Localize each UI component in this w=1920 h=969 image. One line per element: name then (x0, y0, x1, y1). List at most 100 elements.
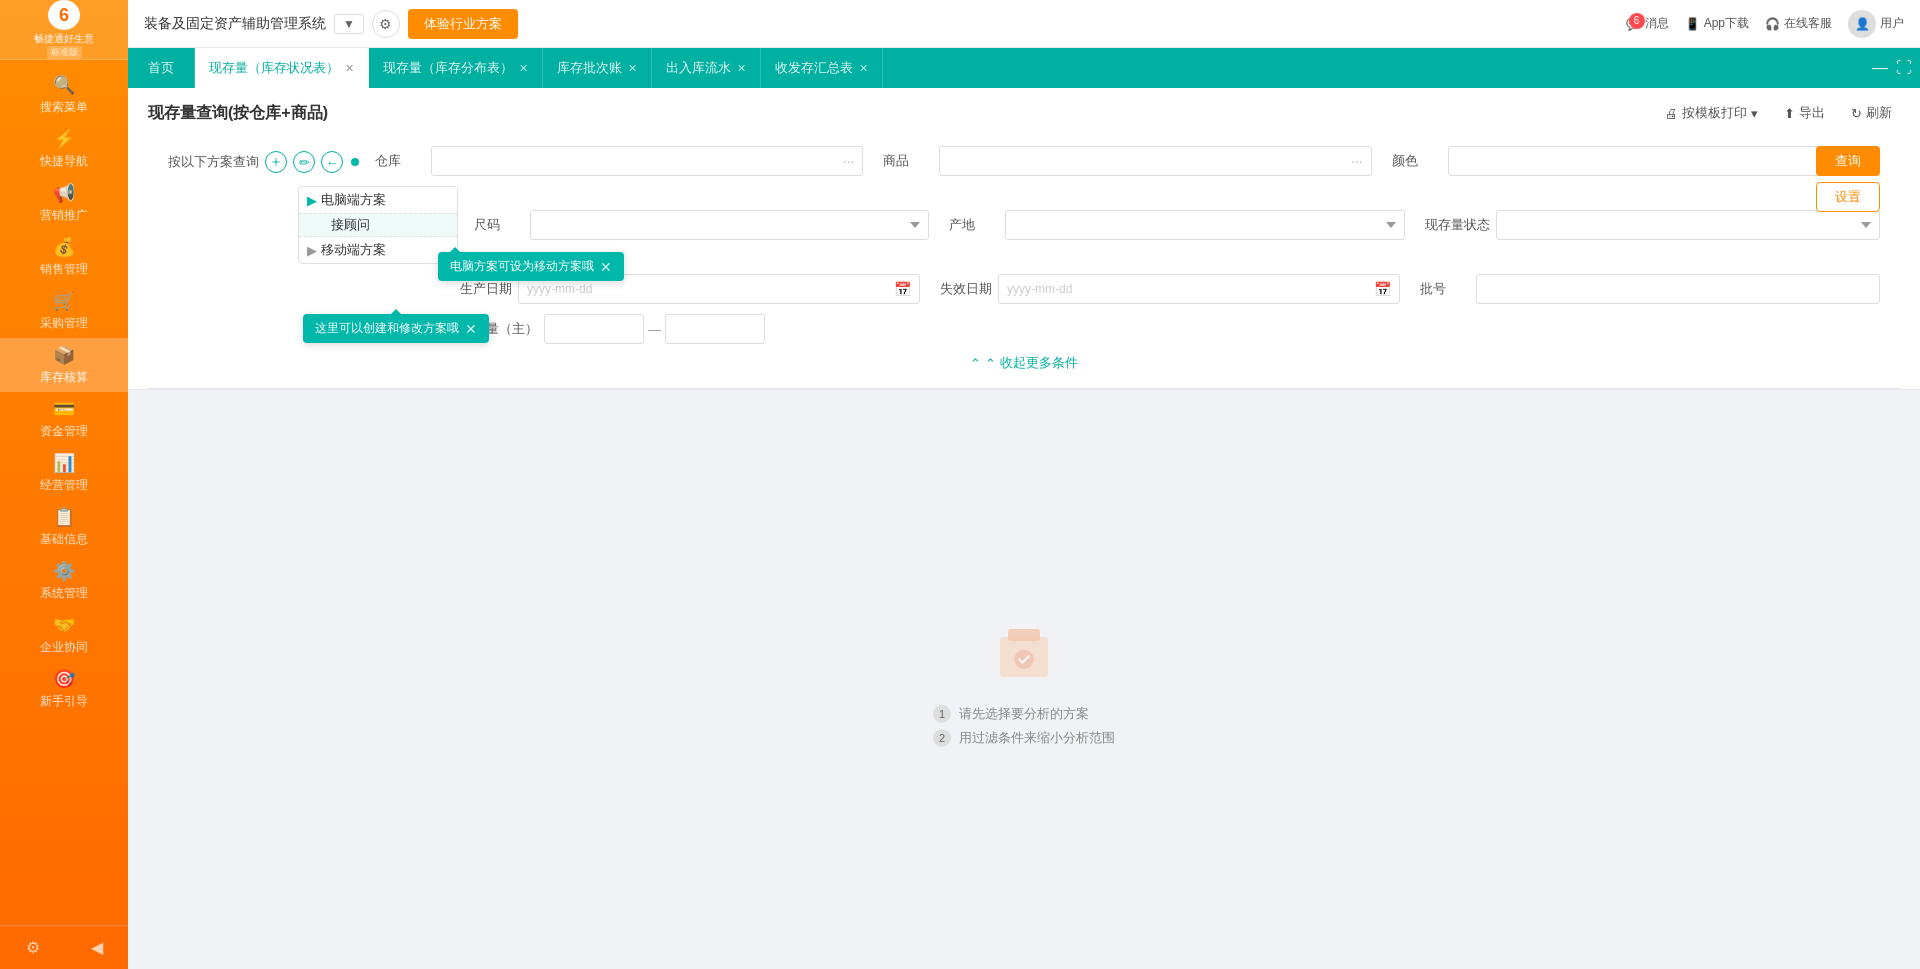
empty-state-icon (984, 613, 1064, 693)
stock-status-select[interactable] (1496, 210, 1880, 240)
sidebar-item-basic[interactable]: 📋 基础信息 (0, 500, 128, 554)
origin-select[interactable] (1005, 210, 1404, 240)
sidebar-item-operation[interactable]: 📊 经营管理 (0, 446, 128, 500)
page-title-row: 现存量查询(按仓库+商品) 🖨 按模板打印 ▾ ⬆ 导出 ↻ 刷新 (148, 100, 1900, 134)
tab-close-icon[interactable]: ✕ (628, 63, 637, 74)
sidebar-item-inventory[interactable]: 📦 库存核算 (0, 338, 128, 392)
batch-input[interactable] (1476, 274, 1880, 304)
tab-recv-send[interactable]: 收发存汇总表 ✕ (761, 48, 883, 88)
origin-label: 产地 (949, 216, 999, 234)
tab-home-label: 首页 (148, 59, 174, 77)
template-print-btn[interactable]: 🖨 按模板打印 ▾ (1657, 100, 1766, 126)
tab-expand-icon[interactable]: ⛶ (1896, 59, 1912, 77)
scheme-indicator (351, 158, 359, 166)
tab-inventory-status[interactable]: 现存量（库存状况表） ✕ (195, 48, 369, 88)
header-right: 💬 6 消息 📱 App下载 🎧 在线客服 👤 用户 (1626, 10, 1904, 38)
phone-icon: 📱 (1685, 17, 1700, 31)
filter-field-stock-qty: 现存量（主） — (460, 314, 765, 344)
tab-close-icon[interactable]: ✕ (859, 63, 868, 74)
message-badge: 6 (1629, 13, 1645, 29)
sidebar-item-sales[interactable]: 💰 销售管理 (0, 230, 128, 284)
sidebar-item-label: 新手引导 (40, 693, 88, 710)
export-btn[interactable]: ⬆ 导出 (1776, 100, 1833, 126)
expire-date-placeholder: yyyy-mm-dd (1007, 282, 1072, 296)
tab-minus-icon[interactable]: — (1872, 59, 1888, 77)
chevron-down-icon: ▾ (1751, 106, 1758, 121)
scheme-node-pc[interactable]: ▶ 电脑端方案 (299, 187, 457, 213)
logo-tag: 标准版 (47, 46, 82, 59)
settings-bottom-icon[interactable]: ⚙ (26, 938, 40, 957)
filter-field-origin: 产地 (949, 186, 1404, 264)
inventory-icon: 📦 (53, 344, 75, 366)
tab-label: 收发存汇总表 (775, 59, 853, 77)
sidebar-item-quick[interactable]: ⚡ 快捷导航 (0, 122, 128, 176)
step-num-2: 2 (933, 729, 951, 747)
svg-rect-1 (1008, 629, 1040, 641)
tooltip2-text: 这里可以创建和修改方案哦 (315, 320, 459, 337)
tab-label: 出入库流水 (666, 59, 731, 77)
tab-close-icon[interactable]: ✕ (519, 63, 528, 74)
add-scheme-btn[interactable]: ＋ (265, 151, 287, 173)
tab-inout-flow[interactable]: 出入库流水 ✕ (652, 48, 761, 88)
empty-steps: 1 请先选择要分析的方案 2 用过滤条件来缩小分析范围 (933, 705, 1115, 747)
ellipsis-icon: ··· (1351, 153, 1363, 169)
scheme-pc-label: 电脑端方案 (321, 191, 386, 209)
tab-batch-account[interactable]: 库存批次账 ✕ (543, 48, 652, 88)
query-btn[interactable]: 查询 (1816, 146, 1880, 176)
expand-icon: ▶ (307, 243, 317, 258)
tooltip-scheme-mobile: 电脑方案可设为移动方案哦 ✕ (438, 252, 624, 281)
system-dropdown-btn[interactable]: ▼ (334, 14, 364, 34)
collapse-sidebar-btn[interactable]: ◀ (91, 938, 103, 957)
settings-btn[interactable]: 设置 (1816, 182, 1880, 212)
sidebar-item-label: 销售管理 (40, 261, 88, 278)
logo-icon: 6 (48, 0, 80, 30)
tab-close-icon[interactable]: ✕ (345, 63, 354, 74)
tooltip-scheme-create: 这里可以创建和修改方案哦 ✕ (303, 314, 489, 343)
size-select[interactable] (530, 210, 929, 240)
tab-inventory-dist[interactable]: 现存量（库存分布表） ✕ (369, 48, 543, 88)
page-header: 现存量查询(按仓库+商品) 🖨 按模板打印 ▾ ⬆ 导出 ↻ 刷新 (128, 88, 1920, 390)
refresh-btn[interactable]: ↻ 刷新 (1843, 100, 1900, 126)
online-service-btn[interactable]: 🎧 在线客服 (1765, 15, 1832, 32)
edit-scheme-btn[interactable]: ✏ (293, 151, 315, 173)
page-actions: 🖨 按模板打印 ▾ ⬆ 导出 ↻ 刷新 (1657, 100, 1900, 126)
size-label: 尺码 (474, 216, 524, 234)
stock-qty-max[interactable] (665, 314, 765, 344)
system-icon: ⚙️ (53, 560, 75, 582)
filter-scheme-label: 按以下方案查询 (168, 153, 259, 171)
calendar-icon: 📅 (894, 281, 911, 297)
sidebar-item-finance[interactable]: 💳 资金管理 (0, 392, 128, 446)
empty-state: 1 请先选择要分析的方案 2 用过滤条件来缩小分析范围 (128, 390, 1920, 969)
content-area: 现存量查询(按仓库+商品) 🖨 按模板打印 ▾ ⬆ 导出 ↻ 刷新 (128, 88, 1920, 969)
user-btn[interactable]: 👤 用户 (1848, 10, 1904, 38)
sidebar-item-search[interactable]: 🔍 搜索菜单 (0, 68, 128, 122)
sales-icon: 💰 (53, 236, 75, 258)
message-btn[interactable]: 💬 6 消息 (1626, 15, 1669, 32)
tab-home[interactable]: 首页 (128, 48, 195, 88)
sidebar-item-label: 营销推广 (40, 207, 88, 224)
filter-field-color: 颜色 (1392, 146, 1880, 176)
scheme-node-pc-sub[interactable]: 接顾问 (307, 214, 457, 236)
stock-qty-min[interactable] (544, 314, 644, 344)
filter-panel: 按以下方案查询 ＋ ✏ ← 仓库 ··· (148, 134, 1900, 389)
header-settings-btn[interactable]: ⚙ (372, 10, 400, 38)
sidebar-item-label: 快捷导航 (40, 153, 88, 170)
tab-label: 现存量（库存状况表） (209, 59, 339, 77)
sidebar-item-system[interactable]: ⚙️ 系统管理 (0, 554, 128, 608)
app-download-btn[interactable]: 📱 App下载 (1685, 15, 1749, 32)
sidebar-item-purchase[interactable]: 🛒 采购管理 (0, 284, 128, 338)
sidebar-item-marketing[interactable]: 📢 营销推广 (0, 176, 128, 230)
tooltip2-close[interactable]: ✕ (465, 321, 477, 337)
arrow-left-btn[interactable]: ← (321, 151, 343, 173)
tooltip1-close[interactable]: ✕ (600, 259, 612, 275)
collapse-row[interactable]: ⌃ ⌃ 收起更多条件 (168, 350, 1880, 376)
expire-date-label: 失效日期 (940, 280, 992, 298)
sidebar-item-coop[interactable]: 🤝 企业协同 (0, 608, 128, 662)
tab-bar-right: — ⛶ (1872, 59, 1920, 77)
scheme-node-mobile[interactable]: ▶ 移动端方案 (299, 237, 457, 263)
tab-close-icon[interactable]: ✕ (737, 63, 746, 74)
ellipsis-icon: ··· (843, 153, 855, 169)
expire-date-input[interactable]: yyyy-mm-dd 📅 (998, 274, 1400, 304)
trial-btn[interactable]: 体验行业方案 (408, 9, 518, 39)
sidebar-item-guide[interactable]: 🎯 新手引导 (0, 662, 128, 716)
